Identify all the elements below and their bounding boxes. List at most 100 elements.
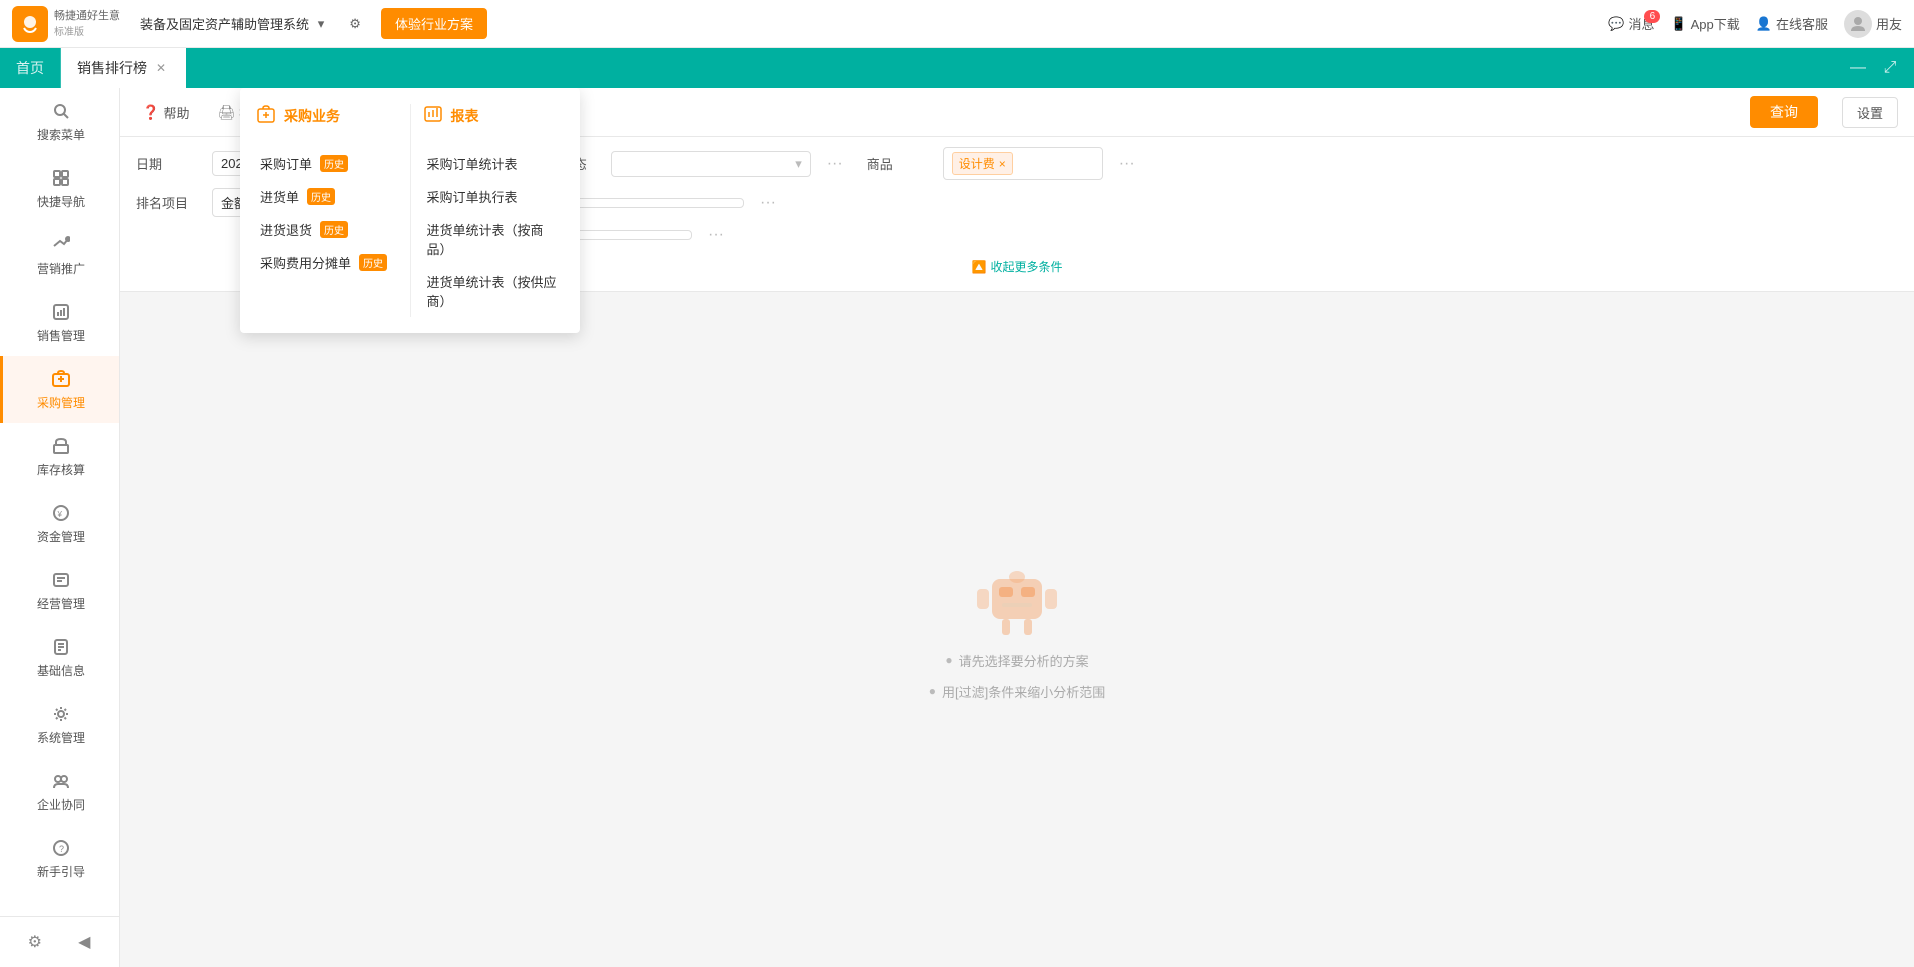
tab-sales-ranking[interactable]: 销售排行榜 ✕ <box>61 48 186 88</box>
report-col-icon <box>423 104 443 127</box>
product-tag-close-icon[interactable]: × <box>999 157 1006 171</box>
history-badge-2: 历史 <box>320 221 348 238</box>
sidebar-item-basic-info[interactable]: 基础信息 <box>0 624 119 691</box>
help-button[interactable]: ❓ 帮助 <box>136 99 195 126</box>
operations-icon <box>50 569 72 591</box>
product-dots: ··· <box>1119 155 1135 173</box>
sidebar-item-search[interactable]: 搜索菜单 <box>0 88 119 155</box>
purchase-icon <box>50 368 72 390</box>
tab-home[interactable]: 首页 <box>0 48 61 88</box>
logo-area: 畅捷通好生意 标准版 <box>12 6 132 42</box>
tab-bar: 首页 销售排行榜 ✕ — ⤢ <box>0 48 1914 88</box>
print-icon: 🖨 <box>217 104 235 121</box>
hint1-text: 请先选择要分析的方案 <box>959 651 1089 670</box>
product-input[interactable]: 设计费 × <box>943 147 1103 180</box>
guide-icon: ? <box>50 837 72 859</box>
empty-illustration <box>967 559 1067 639</box>
history-badge-0: 历史 <box>320 155 348 172</box>
report-col-title: 报表 <box>423 104 565 135</box>
settings-button[interactable]: 设置 <box>1842 97 1898 128</box>
sidebar-item-enterprise[interactable]: 企业协同 <box>0 758 119 825</box>
menu-item-purchase-order[interactable]: 采购订单 历史 <box>256 147 398 180</box>
menu-item-incoming[interactable]: 进货单 历史 <box>256 180 398 213</box>
collapse-up-icon: 🔼 <box>972 260 987 274</box>
menu-item-incoming-stats-product[interactable]: 进货单统计表（按商品） <box>423 213 565 265</box>
menu-item-purchase-order-stats[interactable]: 采购订单统计表 <box>423 147 565 180</box>
empty-state: ● 请先选择要分析的方案 ● 用[过滤]条件来缩小分析范围 <box>120 292 1914 967</box>
svg-text:?: ? <box>59 844 64 854</box>
brand-edition: 标准版 <box>54 23 120 38</box>
purchase-col-icon <box>256 104 276 127</box>
system-title: 装备及固定资产辅助管理系统 ▾ <box>140 14 333 33</box>
tab-close-icon[interactable]: ✕ <box>153 60 169 76</box>
service-icon: 👤 <box>1756 16 1772 32</box>
report-col: 报表 采购订单统计表 采购订单执行表 进货单统计表（按商品） 进货单统计表（按供… <box>423 104 565 317</box>
salesperson-dots: ··· <box>760 194 776 212</box>
marketing-icon <box>50 234 72 256</box>
message-badge: 6 <box>1644 10 1660 23</box>
rank-label: 排名项目 <box>136 193 196 212</box>
svg-text:¥: ¥ <box>57 510 63 519</box>
dropdown-divider <box>410 104 411 317</box>
top-bar: 畅捷通好生意 标准版 装备及固定资产辅助管理系统 ▾ ⚙ 体验行业方案 💬 消息… <box>0 0 1914 48</box>
customer-dots: ··· <box>708 226 724 244</box>
brand-text: 畅捷通好生意 标准版 <box>54 9 120 38</box>
sidebar-item-inventory[interactable]: 库存核算 <box>0 423 119 490</box>
product-label: 商品 <box>867 154 927 173</box>
top-right-area: 💬 消息 6 📱 App下载 👤 在线客服 用友 <box>1608 10 1902 38</box>
help-icon: ❓ <box>142 104 159 121</box>
message-button[interactable]: 💬 消息 6 <box>1608 14 1654 33</box>
purchase-col-title: 采购业务 <box>256 104 398 135</box>
finance-icon: ¥ <box>50 502 72 524</box>
sidebar-item-finance[interactable]: ¥ 资金管理 <box>0 490 119 557</box>
sidebar-item-quick-nav[interactable]: 快捷导航 <box>0 155 119 222</box>
basic-info-icon <box>50 636 72 658</box>
sidebar-item-sales[interactable]: 销售管理 <box>0 289 119 356</box>
menu-item-incoming-stats-supplier[interactable]: 进货单统计表（按供应商） <box>423 265 565 317</box>
empty-hint1: ● 请先选择要分析的方案 <box>945 651 1088 670</box>
enterprise-icon <box>50 770 72 792</box>
quick-nav-icon <box>50 167 72 189</box>
tab-maximize-icon[interactable]: ⤢ <box>1878 56 1902 80</box>
inventory-icon <box>50 435 72 457</box>
trial-button[interactable]: 体验行业方案 <box>381 8 487 39</box>
status-dropdown-icon: ▾ <box>795 156 802 172</box>
sidebar-item-operations[interactable]: 经营管理 <box>0 557 119 624</box>
content-area: ❓ 帮助 🖨 按模板打印 ▾ ⬆ 导出 ↻ 刷新 查询 设置 日期 <box>120 88 1914 967</box>
phone-icon: 📱 <box>1670 16 1686 32</box>
menu-item-expense[interactable]: 采购费用分摊单 历史 <box>256 246 398 279</box>
app-download-button[interactable]: 📱 App下载 <box>1670 14 1739 33</box>
purchase-dropdown-menu: 采购业务 采购订单 历史 进货单 历史 进货退货 历史 采购费用分摊单 历史 <box>240 88 580 333</box>
sidebar-collapse-btn[interactable]: ◀ <box>69 927 99 957</box>
app-logo <box>12 6 48 42</box>
sales-icon <box>50 301 72 323</box>
status-dots: ··· <box>827 155 843 173</box>
sidebar-item-marketing[interactable]: 营销推广 <box>0 222 119 289</box>
system-dropdown-arrow[interactable]: ▾ <box>313 16 329 32</box>
query-button[interactable]: 查询 <box>1750 96 1818 128</box>
system-settings-icon[interactable]: ⚙ <box>341 10 369 38</box>
menu-item-purchase-order-exec[interactable]: 采购订单执行表 <box>423 180 565 213</box>
tab-minimize-icon[interactable]: — <box>1846 56 1870 80</box>
user-avatar <box>1844 10 1872 38</box>
history-badge-3: 历史 <box>359 254 387 271</box>
sidebar-settings-btn[interactable]: ⚙ <box>20 927 50 957</box>
hint2-text: 用[过滤]条件来缩小分析范围 <box>942 682 1105 701</box>
sidebar-item-guide[interactable]: ? 新手引导 <box>0 825 119 892</box>
purchase-col: 采购业务 采购订单 历史 进货单 历史 进货退货 历史 采购费用分摊单 历史 <box>256 104 398 317</box>
status-select[interactable]: ▾ <box>611 151 811 177</box>
sidebar-bottom: ⚙ ◀ <box>0 916 119 967</box>
tab-controls: — ⤢ <box>1834 48 1914 88</box>
user-menu-button[interactable]: 用友 <box>1844 10 1902 38</box>
main-layout: 搜索菜单 快捷导航 营销推广 <box>0 88 1914 967</box>
empty-hint2: ● 用[过滤]条件来缩小分析范围 <box>929 682 1105 701</box>
sidebar-item-purchase[interactable]: 采购管理 <box>0 356 119 423</box>
product-tag: 设计费 × <box>952 152 1013 175</box>
tab-spacer <box>186 48 1834 88</box>
sidebar-item-system[interactable]: 系统管理 <box>0 691 119 758</box>
online-service-button[interactable]: 👤 在线客服 <box>1756 14 1828 33</box>
date-label: 日期 <box>136 154 196 173</box>
message-icon: 💬 <box>1608 16 1624 32</box>
search-icon <box>50 100 72 122</box>
menu-item-return[interactable]: 进货退货 历史 <box>256 213 398 246</box>
